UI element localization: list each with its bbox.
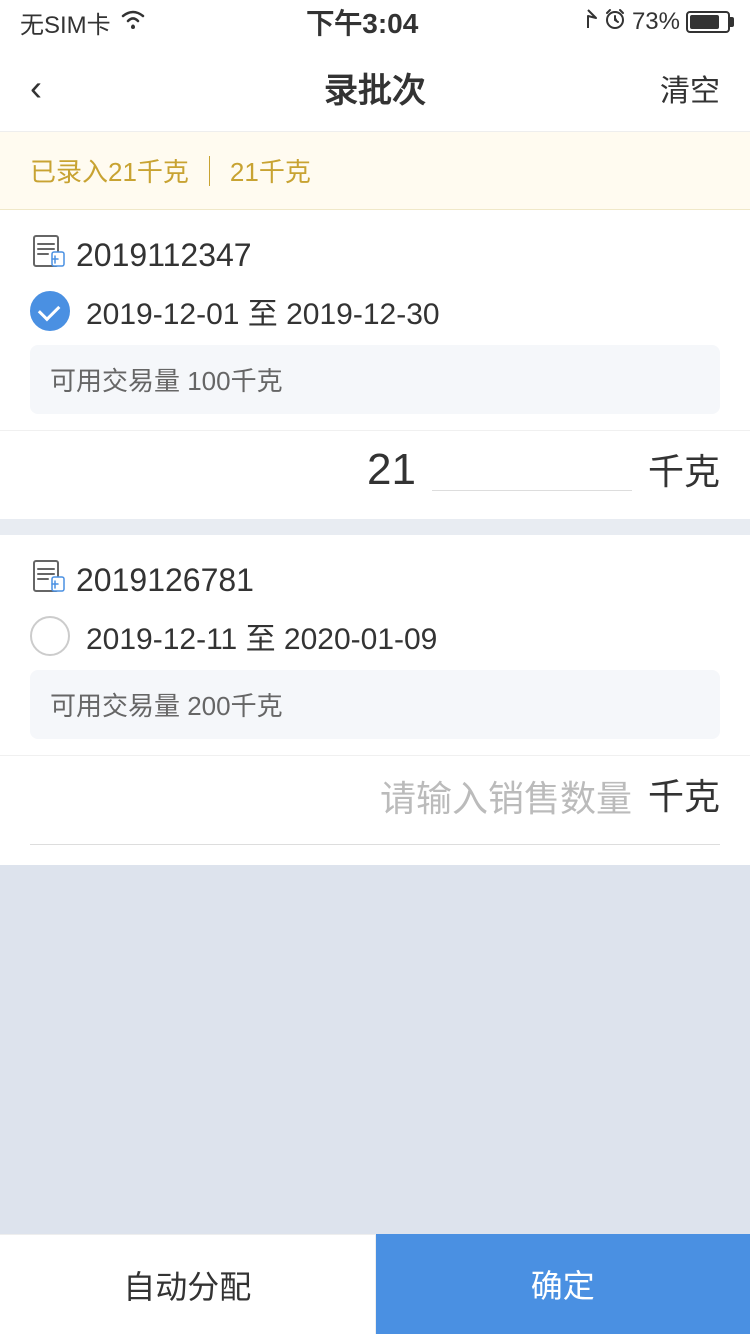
clear-button[interactable]: 清空: [660, 66, 720, 110]
entered-label: 已录入21千克: [30, 152, 189, 189]
battery-icon: [686, 11, 730, 33]
input-wrapper-2: 千克: [30, 768, 720, 824]
batch-date-row-2: 2019-12-11 至 2020-01-09: [0, 614, 750, 670]
amount-value-1: 21: [336, 445, 416, 495]
batch-radio-1[interactable]: [30, 291, 70, 331]
page-content: 已录入21千克 21千克 2019112347 2019-12-01 至 201…: [0, 132, 750, 1265]
nav-bar: ‹ 录批次 清空: [0, 44, 750, 132]
batch-card-2: 2019126781 2019-12-11 至 2020-01-09 可用交易量…: [0, 535, 750, 865]
page-title: 录批次: [324, 63, 426, 112]
batch-separator: [0, 519, 750, 535]
confirm-button[interactable]: 确定: [376, 1234, 750, 1334]
batch-doc-icon-2: [30, 559, 66, 602]
alarm-icon: [604, 8, 626, 37]
batch-id-2: 2019126781: [76, 562, 254, 599]
amount-underline-1: [432, 490, 632, 491]
location-icon: [578, 8, 598, 37]
carrier-label: 无SIM卡: [20, 5, 111, 40]
status-bar: 无SIM卡 下午3:04 73%: [0, 0, 750, 44]
amount-section-2: 千克: [0, 755, 750, 844]
amount-section-1: 21 千克: [0, 430, 750, 519]
input-wrapper-1: 21 千克: [30, 443, 720, 499]
batch-header-1: 2019112347: [0, 210, 750, 289]
gray-area: [0, 865, 750, 1265]
batch-id-1: 2019112347: [76, 237, 252, 274]
time-display: 下午3:04: [306, 2, 418, 42]
amount-unit-2: 千克: [648, 768, 720, 820]
status-right: 73%: [578, 8, 730, 37]
batch-doc-icon-1: [30, 234, 66, 277]
batch-available-1: 可用交易量 100千克: [30, 345, 720, 414]
battery-percentage: 73%: [632, 8, 680, 36]
wifi-icon: [119, 8, 147, 37]
batch-available-2: 可用交易量 200千克: [30, 670, 720, 739]
batch-radio-2[interactable]: [30, 616, 70, 656]
sales-quantity-input-2[interactable]: [30, 778, 632, 820]
auto-distribute-button[interactable]: 自动分配: [0, 1234, 376, 1334]
batch-header-2: 2019126781: [0, 535, 750, 614]
summary-value: 21千克: [230, 152, 311, 189]
batch-date-2: 2019-12-11 至 2020-01-09: [86, 614, 437, 658]
back-button[interactable]: ‹: [30, 67, 90, 109]
batch-date-1: 2019-12-01 至 2019-12-30: [86, 289, 440, 333]
batch-date-row-1: 2019-12-01 至 2019-12-30: [0, 289, 750, 345]
summary-banner: 已录入21千克 21千克: [0, 132, 750, 210]
amount-unit-1: 千克: [648, 443, 720, 495]
status-left: 无SIM卡: [20, 5, 147, 40]
summary-divider: [209, 156, 210, 186]
batch-card-1: 2019112347 2019-12-01 至 2019-12-30 可用交易量…: [0, 210, 750, 519]
bottom-bar: 自动分配 确定: [0, 1234, 750, 1334]
